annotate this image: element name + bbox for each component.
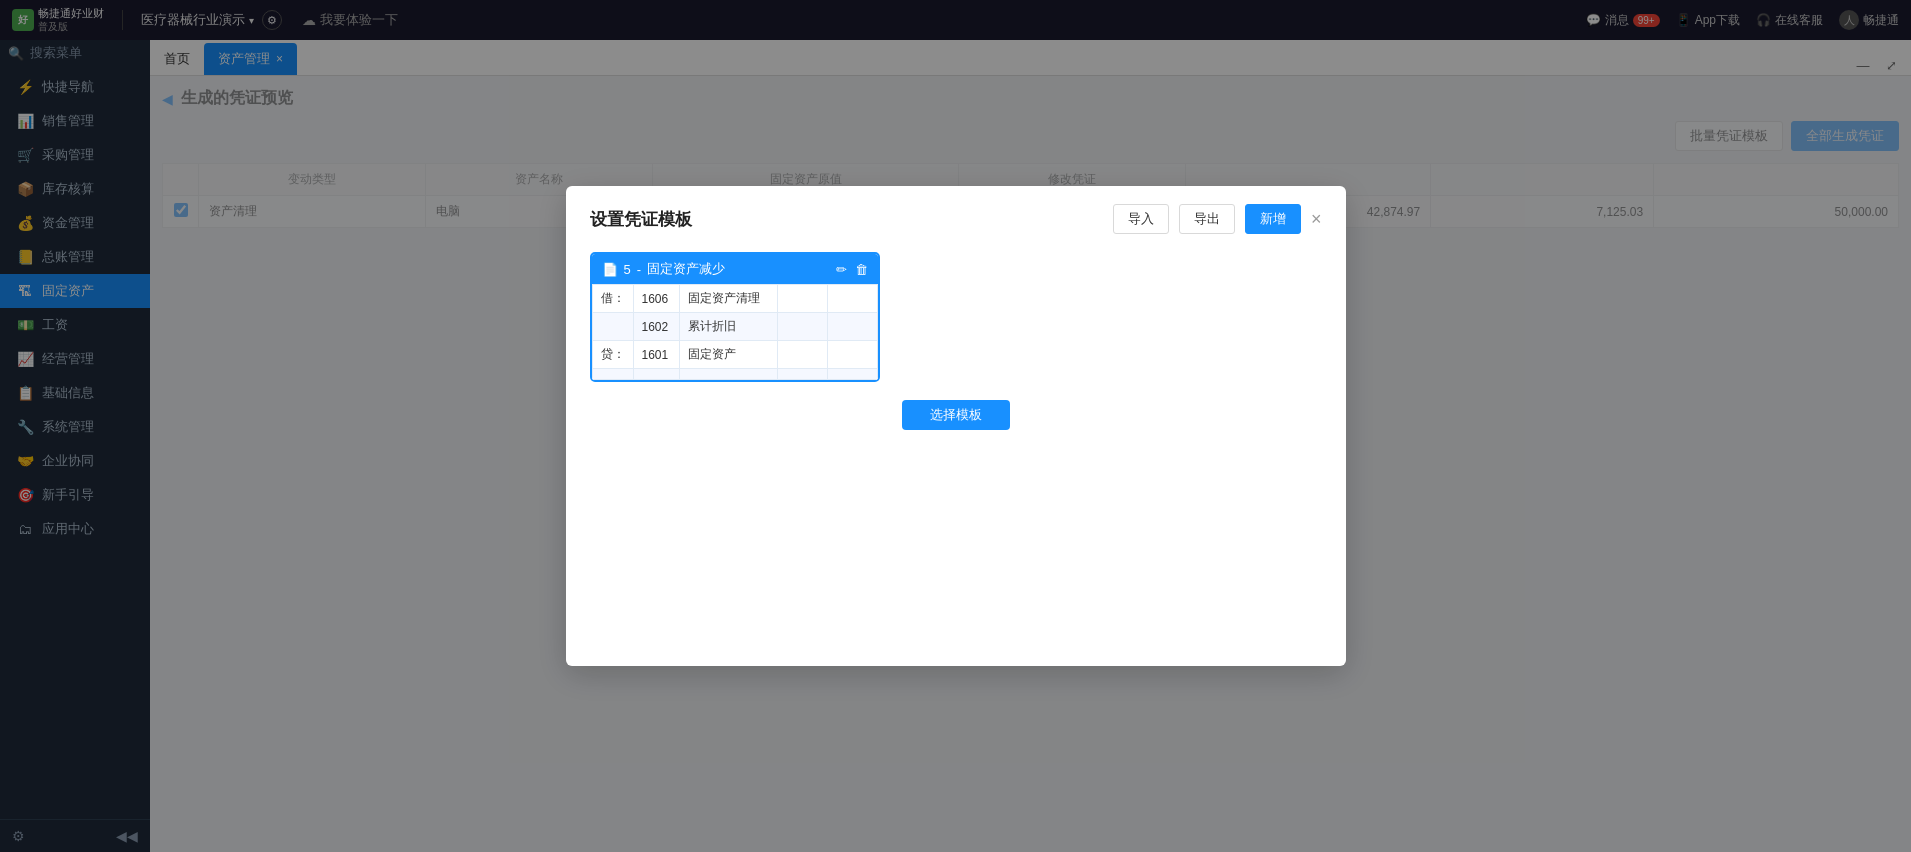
template-card-body: 借： 1606 固定资产清理 1602 累计折旧 贷： 1601 固定资产 — [592, 284, 878, 380]
template-card-header: 📄 5 - 固定资产减少 ✏ 🗑 — [592, 254, 878, 284]
entry-debit — [777, 285, 827, 313]
entry-credit — [827, 313, 877, 341]
entry-debit — [777, 313, 827, 341]
template-delete-btn[interactable]: 🗑 — [855, 262, 868, 277]
template-card: 📄 5 - 固定资产减少 ✏ 🗑 借： 1606 固定资产清理 — [590, 252, 880, 382]
entry-subject: 固定资产 — [679, 341, 777, 369]
entry-subject: 累计折旧 — [679, 313, 777, 341]
modal-overlay: 设置凭证模板 导入 导出 新增 × 📄 5 - 固定资产减少 ✏ — [0, 0, 1911, 852]
entry-debit — [777, 369, 827, 380]
template-id: 5 — [624, 262, 631, 277]
select-template-btn[interactable]: 选择模板 — [902, 400, 1010, 430]
template-card-header-left: 📄 5 - 固定资产减少 — [602, 260, 726, 278]
template-entry-row: 1602 累计折旧 — [592, 313, 877, 341]
entry-direction: 贷： — [592, 341, 633, 369]
entry-credit — [827, 285, 877, 313]
import-btn[interactable]: 导入 — [1113, 204, 1169, 234]
modal-close-btn[interactable]: × — [1311, 210, 1322, 228]
modal-header: 设置凭证模板 导入 导出 新增 × — [566, 186, 1346, 234]
entry-code: 1606 — [633, 285, 679, 313]
entry-direction: 借： — [592, 285, 633, 313]
entry-subject — [679, 369, 777, 380]
entry-subject: 固定资产清理 — [679, 285, 777, 313]
template-entry-row: 贷： 1601 固定资产 — [592, 341, 877, 369]
entry-credit — [827, 369, 877, 380]
entry-direction — [592, 313, 633, 341]
template-entry-row: 借： 1606 固定资产清理 — [592, 285, 877, 313]
entry-code: 1601 — [633, 341, 679, 369]
export-btn[interactable]: 导出 — [1179, 204, 1235, 234]
template-entry-table: 借： 1606 固定资产清理 1602 累计折旧 贷： 1601 固定资产 — [592, 284, 878, 380]
template-doc-icon: 📄 — [602, 262, 618, 277]
entry-code: 1602 — [633, 313, 679, 341]
modal-title: 设置凭证模板 — [590, 208, 692, 231]
template-separator: - — [637, 262, 641, 277]
template-edit-btn[interactable]: ✏ — [836, 262, 847, 277]
entry-code — [633, 369, 679, 380]
entry-credit — [827, 341, 877, 369]
modal-dialog: 设置凭证模板 导入 导出 新增 × 📄 5 - 固定资产减少 ✏ — [566, 186, 1346, 666]
template-card-header-right: ✏ 🗑 — [836, 262, 868, 277]
entry-direction — [592, 369, 633, 380]
template-name: 固定资产减少 — [647, 260, 725, 278]
modal-body: 📄 5 - 固定资产减少 ✏ 🗑 借： 1606 固定资产清理 — [566, 234, 1346, 454]
entry-debit — [777, 341, 827, 369]
template-entry-row — [592, 369, 877, 380]
modal-header-actions: 导入 导出 新增 × — [1113, 204, 1322, 234]
new-btn[interactable]: 新增 — [1245, 204, 1301, 234]
